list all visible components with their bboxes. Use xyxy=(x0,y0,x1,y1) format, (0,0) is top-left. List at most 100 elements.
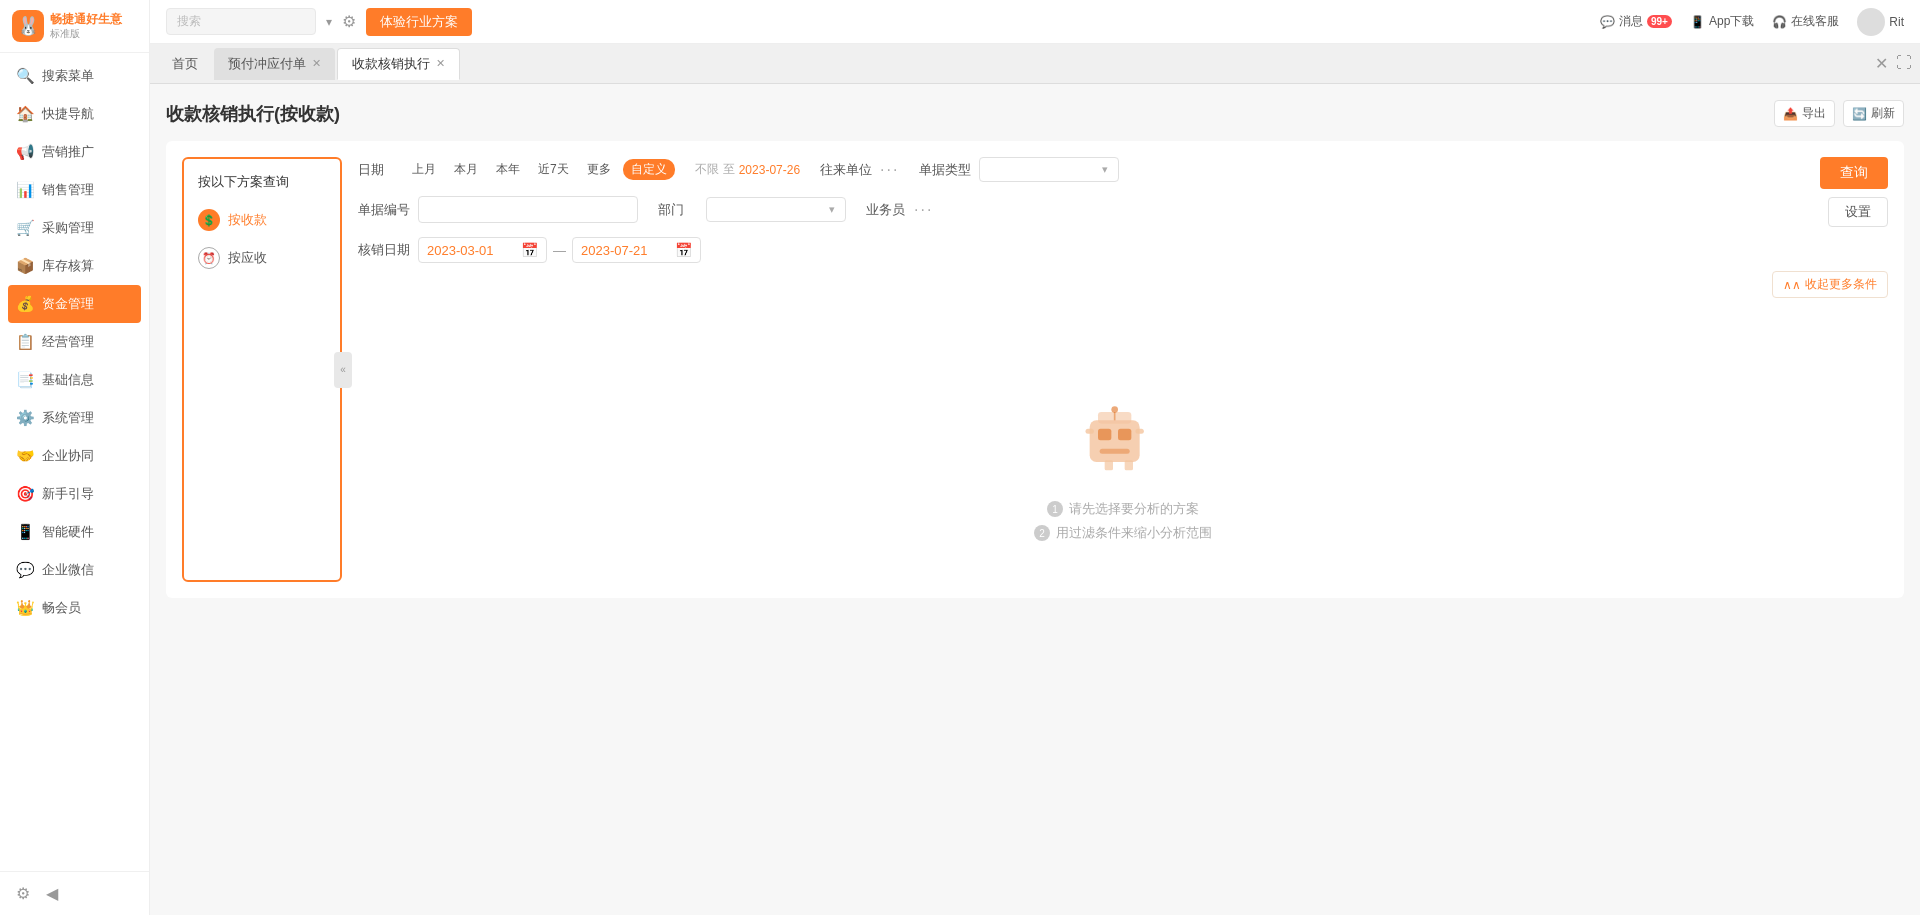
query-button[interactable]: 查询 xyxy=(1820,157,1888,189)
filter-panel-header: 按以下方案查询 xyxy=(184,169,340,201)
main-area: 搜索 ▾ ⚙ 体验行业方案 💬 消息 99+ 📱 App下载 🎧 在线客服 Ri xyxy=(150,0,1920,915)
query-writeoff-row: 核销日期 📅 — 📅 xyxy=(358,237,1800,263)
collapse-icon: ∧∧ xyxy=(1783,278,1801,292)
receivable-icon: ⏰ xyxy=(198,247,220,269)
date-last-month-btn[interactable]: 上月 xyxy=(406,159,442,180)
sidebar-item-guide[interactable]: 🎯 新手引导 xyxy=(0,475,149,513)
marketing-icon: 📢 xyxy=(16,143,34,161)
logo-text: 畅捷通好生意 标准版 xyxy=(50,12,122,41)
writeoff-date-label: 核销日期 xyxy=(358,241,410,259)
date-this-month-btn[interactable]: 本月 xyxy=(448,159,484,180)
settings-icon[interactable]: ⚙ xyxy=(16,884,30,903)
sidebar-item-basic[interactable]: 📑 基础信息 xyxy=(0,361,149,399)
date-field: 日期 上月 本月 本年 近7天 更多 自定义 xyxy=(358,159,675,180)
app-download-button[interactable]: 📱 App下载 xyxy=(1690,13,1754,30)
message-button[interactable]: 💬 消息 99+ xyxy=(1600,13,1672,30)
dept-label: 部门 xyxy=(658,201,698,219)
dept-select[interactable]: ▾ xyxy=(706,197,846,222)
home-icon: 🏠 xyxy=(16,105,34,123)
collapse-sidebar-icon[interactable]: ◀ xyxy=(46,884,58,903)
sales-icon: 📊 xyxy=(16,181,34,199)
doc-type-label: 单据类型 xyxy=(919,161,971,179)
sidebar-item-hardware[interactable]: 📱 智能硬件 xyxy=(0,513,149,551)
writeoff-date-from-input[interactable] xyxy=(427,243,517,258)
sidebar-item-wechat[interactable]: 💬 企业微信 xyxy=(0,551,149,589)
sidebar-item-shortcut[interactable]: 🏠 快捷导航 xyxy=(0,95,149,133)
refresh-button[interactable]: 🔄 刷新 xyxy=(1843,100,1904,127)
solution-button[interactable]: 体验行业方案 xyxy=(366,8,472,36)
sidebar: 🐰 畅捷通好生意 标准版 🔍 搜索菜单 🏠 快捷导航 📢 营销推广 📊 销售管理… xyxy=(0,0,150,915)
sidebar-item-finance[interactable]: 💰 资金管理 xyxy=(8,285,141,323)
topbar-gear-icon[interactable]: ⚙ xyxy=(342,12,356,31)
tab-receivable[interactable]: 收款核销执行 ✕ xyxy=(337,48,460,80)
doc-no-label: 单据编号 xyxy=(358,201,410,219)
message-icon: 💬 xyxy=(1600,15,1615,29)
query-date-row: 日期 上月 本月 本年 近7天 更多 自定义 xyxy=(358,157,1800,182)
filter-collapse-button[interactable]: « xyxy=(334,352,352,388)
tab-home[interactable]: 首页 xyxy=(158,48,212,80)
sidebar-item-marketing[interactable]: 📢 营销推广 xyxy=(0,133,149,171)
search-icon: 🔍 xyxy=(16,67,34,85)
tab-prepay-close-icon[interactable]: ✕ xyxy=(312,57,321,70)
sidebar-item-inventory[interactable]: 📦 库存核算 xyxy=(0,247,149,285)
collapse-left-icon: « xyxy=(340,364,346,375)
user-display[interactable]: Rit xyxy=(1857,8,1904,36)
sidebar-footer: ⚙ ◀ xyxy=(0,871,149,915)
sidebar-item-operation[interactable]: 📋 经营管理 xyxy=(0,323,149,361)
calendar-to-icon[interactable]: 📅 xyxy=(675,242,692,258)
doc-type-select[interactable]: ▾ xyxy=(979,157,1119,182)
export-button[interactable]: 📤 导出 xyxy=(1774,100,1835,127)
date-this-year-btn[interactable]: 本年 xyxy=(490,159,526,180)
dept-chevron-icon: ▾ xyxy=(829,203,835,216)
topbar-search-box: 搜索 xyxy=(166,8,316,35)
tab-close-all-icon[interactable]: ✕ xyxy=(1875,54,1888,73)
logo-icon: 🐰 xyxy=(12,10,44,42)
page-actions: 📤 导出 🔄 刷新 xyxy=(1774,100,1904,127)
sidebar-item-sales[interactable]: 📊 销售管理 xyxy=(0,171,149,209)
collapse-more-button[interactable]: ∧∧ 收起更多条件 xyxy=(1772,271,1888,298)
tab-receivable-close-icon[interactable]: ✕ xyxy=(436,57,445,70)
date-nolimit-label: 不限 xyxy=(695,161,719,178)
topbar-right: 💬 消息 99+ 📱 App下载 🎧 在线客服 Rit xyxy=(1600,8,1904,36)
staff-select-btn[interactable]: ··· xyxy=(914,201,933,219)
sidebar-item-search[interactable]: 🔍 搜索菜单 xyxy=(0,57,149,95)
message-badge: 99+ xyxy=(1647,15,1672,28)
date-7days-btn[interactable]: 近7天 xyxy=(532,159,575,180)
topbar-chevron-icon[interactable]: ▾ xyxy=(326,15,332,29)
hardware-icon: 📱 xyxy=(16,523,34,541)
filter-item-by-receipt[interactable]: 💲 按收款 xyxy=(184,201,340,239)
date-custom-btn[interactable]: 自定义 xyxy=(623,159,675,180)
partner-select-btn[interactable]: ··· xyxy=(880,161,899,179)
tabbar: 首页 预付冲应付单 ✕ 收款核销执行 ✕ ✕ ⛶ xyxy=(150,44,1920,84)
sidebar-nav: 🔍 搜索菜单 🏠 快捷导航 📢 营销推广 📊 销售管理 🛒 采购管理 📦 库存核… xyxy=(0,53,149,871)
svg-rect-1 xyxy=(1098,429,1111,441)
svg-rect-0 xyxy=(1090,420,1140,462)
doc-type-chevron-icon: ▾ xyxy=(1102,163,1108,176)
sidebar-item-purchase[interactable]: 🛒 采购管理 xyxy=(0,209,149,247)
writeoff-date-to-wrap: 📅 xyxy=(572,237,701,263)
partner-label: 往来单位 xyxy=(820,161,872,179)
guide-icon: 🎯 xyxy=(16,485,34,503)
doc-type-field: 单据类型 ▾ xyxy=(919,157,1119,182)
setting-button[interactable]: 设置 xyxy=(1828,197,1888,227)
tab-maximize-icon[interactable]: ⛶ xyxy=(1896,54,1912,73)
doc-no-input[interactable] xyxy=(418,196,638,223)
online-service-button[interactable]: 🎧 在线客服 xyxy=(1772,13,1839,30)
writeoff-date-to-input[interactable] xyxy=(581,243,671,258)
sidebar-item-cooperation[interactable]: 🤝 企业协同 xyxy=(0,437,149,475)
empty-illustration xyxy=(1073,392,1173,482)
sidebar-item-system[interactable]: ⚙️ 系统管理 xyxy=(0,399,149,437)
sidebar-item-member[interactable]: 👑 畅会员 xyxy=(0,589,149,627)
staff-field: 业务员 ··· xyxy=(866,201,933,219)
writeoff-date-range: 📅 — 📅 xyxy=(418,237,701,263)
tab-prepay[interactable]: 预付冲应付单 ✕ xyxy=(214,48,335,80)
filter-panel: 按以下方案查询 💲 按收款 ⏰ 按应收 xyxy=(182,157,342,582)
filter-item-by-receivable[interactable]: ⏰ 按应收 xyxy=(184,239,340,277)
calendar-from-icon[interactable]: 📅 xyxy=(521,242,538,258)
wechat-icon: 💬 xyxy=(16,561,34,579)
date-more-btn[interactable]: 更多 xyxy=(581,159,617,180)
content-area: 收款核销执行(按收款) 📤 导出 🔄 刷新 按以下方案查询 💲 xyxy=(150,84,1920,915)
purchase-icon: 🛒 xyxy=(16,219,34,237)
writeoff-date-field: 核销日期 📅 — 📅 xyxy=(358,237,701,263)
system-icon: ⚙️ xyxy=(16,409,34,427)
